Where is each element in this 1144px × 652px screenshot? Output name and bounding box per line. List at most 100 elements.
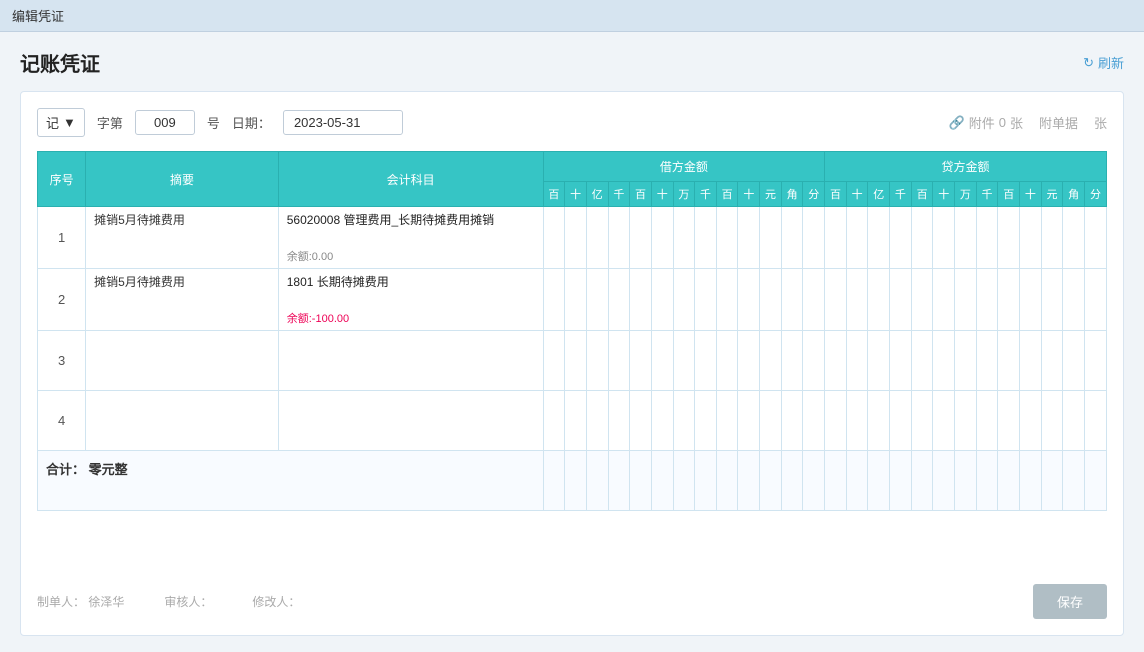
dh-13: 分 (803, 182, 825, 207)
dh-12: 角 (781, 182, 803, 207)
page-header: 记账凭证 ↻ 刷新 (20, 48, 1124, 77)
refresh-icon: ↻ (1083, 55, 1094, 71)
dh-24: 元 (1041, 182, 1063, 207)
row2-account[interactable]: 1801 长期待摊费用 余额:-100.00 (278, 269, 543, 331)
table-row: 4 (38, 391, 1107, 451)
date-label: 日期： (232, 113, 271, 132)
paperclip-icon: 🔗 (949, 115, 965, 131)
row1-d13[interactable] (803, 207, 825, 269)
row1-c3[interactable] (868, 207, 890, 269)
attach-doc[interactable]: 附单据 (1039, 113, 1078, 132)
row2-c5[interactable] (911, 269, 933, 331)
row1-c11[interactable] (1041, 207, 1063, 269)
row3-account[interactable] (278, 331, 543, 391)
dh-8: 千 (695, 182, 717, 207)
save-button[interactable]: 保存 (1033, 584, 1107, 619)
row2-c4[interactable] (890, 269, 912, 331)
row2-c8[interactable] (976, 269, 998, 331)
row2-c7[interactable] (955, 269, 977, 331)
total-label: 合计： 零元整 (38, 451, 544, 511)
row1-d10[interactable] (738, 207, 760, 269)
maker-name: 徐泽华 (88, 595, 124, 609)
row2-d9[interactable] (716, 269, 738, 331)
row4-summary[interactable] (86, 391, 279, 451)
row1-c8[interactable] (976, 207, 998, 269)
row2-d4[interactable] (608, 269, 630, 331)
row2-c12[interactable] (1063, 269, 1085, 331)
table-header-top: 序号 摘要 会计科目 借方金额 贷方金额 (38, 152, 1107, 182)
attachment-link[interactable]: 🔗 附件 0 张 (949, 113, 1023, 132)
row2-d8[interactable] (695, 269, 717, 331)
table-body: 1 摊销5月待摊费用 56020008 管理费用_长期待摊费用摊销 余额:0.0… (38, 207, 1107, 511)
attach-count: 0 (999, 115, 1006, 130)
date-input[interactable] (283, 110, 403, 135)
row2-d10[interactable] (738, 269, 760, 331)
row1-account-main: 56020008 管理费用_长期待摊费用摊销 (287, 211, 535, 228)
row1-d4[interactable] (608, 207, 630, 269)
dh-3: 亿 (586, 182, 608, 207)
dh-2: 十 (565, 182, 587, 207)
row2-d5[interactable] (630, 269, 652, 331)
voucher-table: 序号 摘要 会计科目 借方金额 贷方金额 百 十 亿 千 百 十 (37, 151, 1107, 511)
row2-d3[interactable] (586, 269, 608, 331)
row1-d8[interactable] (695, 207, 717, 269)
row2-d2[interactable] (565, 269, 587, 331)
row2-c6[interactable] (933, 269, 955, 331)
voucher-type-select[interactable]: 记 ▼ (37, 108, 85, 137)
row2-c1[interactable] (825, 269, 847, 331)
row2-summary[interactable]: 摊销5月待摊费用 (86, 269, 279, 331)
dh-14: 百 (825, 182, 847, 207)
window: 编辑凭证 记账凭证 ↻ 刷新 记 ▼ 字第 号 日期： (0, 0, 1144, 652)
row1-d2[interactable] (565, 207, 587, 269)
row2-d11[interactable] (760, 269, 782, 331)
row2-d7[interactable] (673, 269, 695, 331)
row2-d1[interactable] (543, 269, 565, 331)
row1-c4[interactable] (890, 207, 912, 269)
hao-label: 号 (207, 113, 220, 132)
col-header-account: 会计科目 (278, 152, 543, 207)
row2-c9[interactable] (998, 269, 1020, 331)
table-row: 1 摊销5月待摊费用 56020008 管理费用_长期待摊费用摊销 余额:0.0… (38, 207, 1107, 269)
row1-c5[interactable] (911, 207, 933, 269)
row2-d13[interactable] (803, 269, 825, 331)
row1-d3[interactable] (586, 207, 608, 269)
row4-account[interactable] (278, 391, 543, 451)
row1-c6[interactable] (933, 207, 955, 269)
row3-seq: 3 (38, 331, 86, 391)
row1-d6[interactable] (651, 207, 673, 269)
row1-c12[interactable] (1063, 207, 1085, 269)
row1-c13[interactable] (1084, 207, 1106, 269)
row1-c9[interactable] (998, 207, 1020, 269)
row2-c10[interactable] (1020, 269, 1042, 331)
table-wrapper: 序号 摘要 会计科目 借方金额 贷方金额 百 十 亿 千 百 十 (37, 151, 1107, 572)
row2-c2[interactable] (846, 269, 868, 331)
row1-account[interactable]: 56020008 管理费用_长期待摊费用摊销 余额:0.00 (278, 207, 543, 269)
row2-c11[interactable] (1041, 269, 1063, 331)
dropdown-icon: ▼ (63, 115, 76, 130)
row3-summary[interactable] (86, 331, 279, 391)
row2-balance: 余额:-100.00 (287, 310, 535, 326)
row2-c13[interactable] (1084, 269, 1106, 331)
row1-c1[interactable] (825, 207, 847, 269)
voucher-number-input[interactable] (135, 110, 195, 135)
refresh-button[interactable]: ↻ 刷新 (1083, 53, 1124, 72)
row2-d12[interactable] (781, 269, 803, 331)
row1-balance: 余额:0.00 (287, 248, 535, 264)
row2-c3[interactable] (868, 269, 890, 331)
row1-c7[interactable] (955, 207, 977, 269)
row1-d12[interactable] (781, 207, 803, 269)
refresh-label: 刷新 (1098, 53, 1124, 72)
row1-d11[interactable] (760, 207, 782, 269)
row2-seq: 2 (38, 269, 86, 331)
row1-d7[interactable] (673, 207, 695, 269)
row2-d6[interactable] (651, 269, 673, 331)
dh-21: 千 (976, 182, 998, 207)
row1-d5[interactable] (630, 207, 652, 269)
row1-d1[interactable] (543, 207, 565, 269)
attach-zhang: 张 (1010, 113, 1023, 132)
row1-c10[interactable] (1020, 207, 1042, 269)
row1-d9[interactable] (716, 207, 738, 269)
row1-summary[interactable]: 摊销5月待摊费用 (86, 207, 279, 269)
voucher-card: 记 ▼ 字第 号 日期： 🔗 附件 0 张 附单据 张 (20, 91, 1124, 636)
row1-c2[interactable] (846, 207, 868, 269)
